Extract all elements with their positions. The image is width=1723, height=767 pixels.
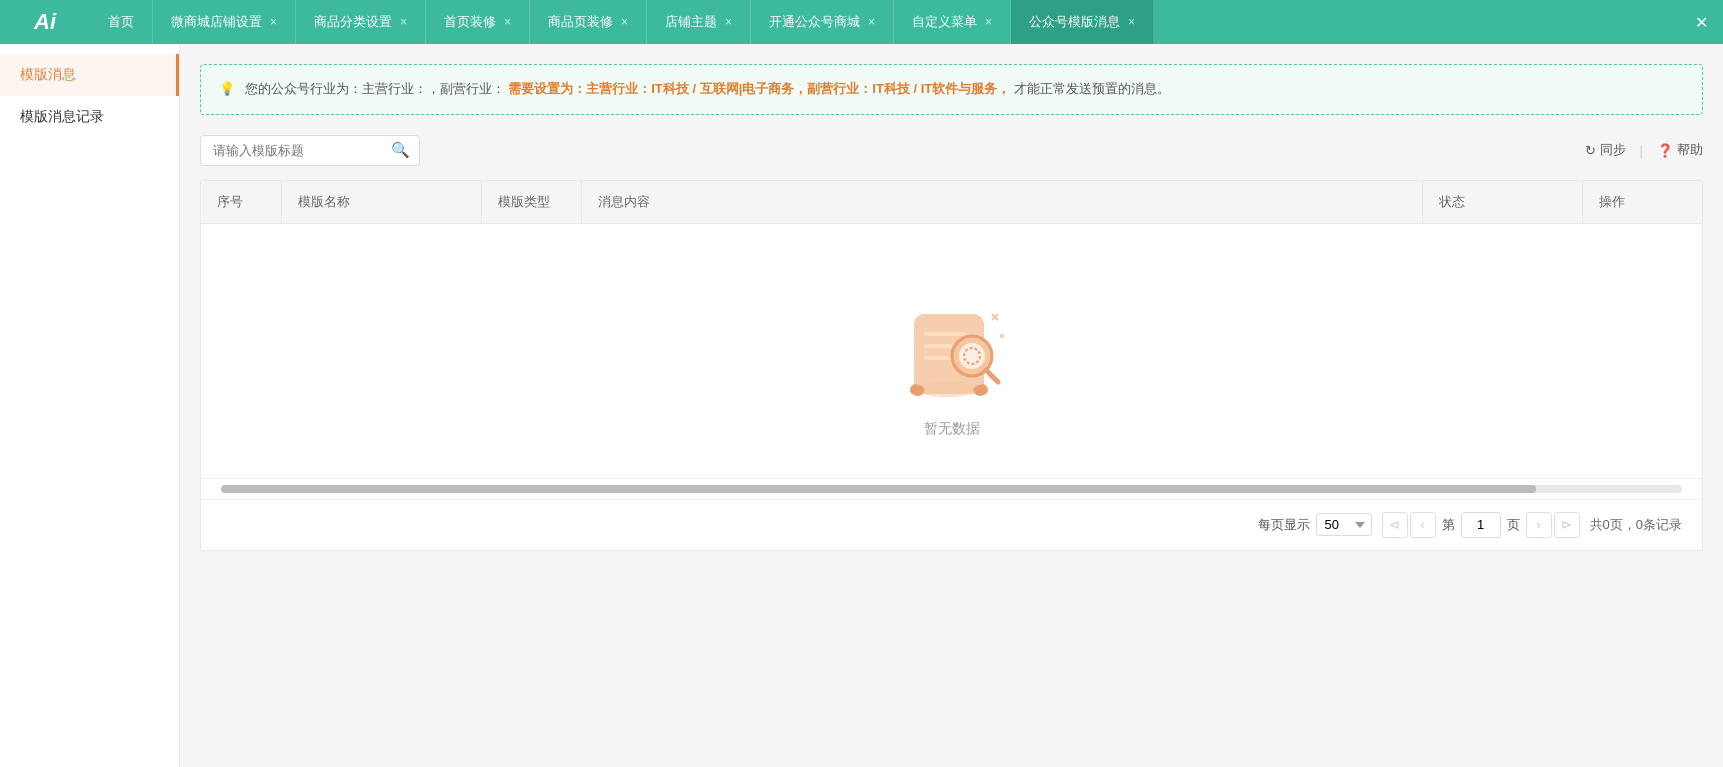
app-logo: Ai (0, 0, 90, 44)
nav-tab-close-custommenu[interactable]: × (985, 16, 992, 28)
page-label: 页 (1507, 516, 1520, 534)
nav-tab-weshop[interactable]: 微商城店铺设置× (153, 0, 296, 44)
prev-page-button[interactable]: ‹ (1410, 512, 1436, 538)
nav-tab-close-weshop[interactable]: × (270, 16, 277, 28)
content-area: 💡 您的公众号行业为：主营行业：，副营行业： 需要设置为：主营行业：IT科技 /… (180, 44, 1723, 767)
sidebar: 模版消息模版消息记录 (0, 44, 180, 767)
table-body: 暂无数据 (201, 223, 1702, 478)
scrollbar-area (201, 478, 1702, 499)
nav-tab-productpage[interactable]: 商品页装修× (530, 0, 647, 44)
nav-tab-close-theme[interactable]: × (725, 16, 732, 28)
page-size-label: 每页显示 (1258, 516, 1310, 534)
help-icon: ❓ (1657, 143, 1673, 158)
scroll-track[interactable] (221, 485, 1682, 493)
notice-suffix: 才能正常发送预置的消息。 (1014, 81, 1170, 96)
sidebar-item-template-msg[interactable]: 模版消息 (0, 54, 179, 96)
sidebar-item-template-msg-record[interactable]: 模版消息记录 (0, 96, 179, 138)
nav-tab-custommenu[interactable]: 自定义菜单× (894, 0, 1011, 44)
data-table: 序号 模版名称 模版类型 消息内容 状态 操作 (201, 181, 1702, 478)
notice-highlight: 需要设置为：主营行业：IT科技 / 互联网|电子商务，副营行业：IT科技 / I… (508, 81, 1010, 96)
table-header-row: 序号 模版名称 模版类型 消息内容 状态 操作 (201, 181, 1702, 224)
top-nav: Ai 首页微商城店铺设置×商品分类设置×首页装修×商品页装修×店铺主题×开通公众… (0, 0, 1723, 44)
empty-icon (892, 284, 1012, 404)
svg-line-7 (986, 370, 998, 382)
pagination-info: 共0页，0条记录 (1590, 516, 1682, 534)
table-wrapper: 序号 模版名称 模版类型 消息内容 状态 操作 (200, 180, 1703, 551)
pagination-buttons: ⊲ ‹ 第 页 › ⊳ (1382, 512, 1580, 538)
nav-tab-close-productpage[interactable]: × (621, 16, 628, 28)
nav-tab-templatemsg[interactable]: 公众号模版消息× (1011, 0, 1154, 44)
page-input[interactable] (1461, 512, 1501, 538)
nav-tab-close-openstore[interactable]: × (868, 16, 875, 28)
col-type: 模版类型 (481, 181, 581, 224)
nav-tab-theme[interactable]: 店铺主题× (647, 0, 751, 44)
notice-banner: 💡 您的公众号行业为：主营行业：，副营行业： 需要设置为：主营行业：IT科技 /… (200, 64, 1703, 115)
notice-prefix: 您的公众号行业为：主营行业：，副营行业： (245, 81, 505, 96)
search-bar: 🔍 ↻ 同步 | ❓ 帮助 (200, 135, 1703, 166)
nav-tab-homepage[interactable]: 首页装修× (426, 0, 530, 44)
nav-tab-close-category[interactable]: × (400, 16, 407, 28)
page-size-selector: 每页显示 10 20 50 100 (1258, 513, 1372, 536)
main-layout: 模版消息模版消息记录 💡 您的公众号行业为：主营行业：，副营行业： 需要设置为：… (0, 44, 1723, 767)
last-page-button[interactable]: ⊳ (1554, 512, 1580, 538)
sync-icon: ↻ (1585, 143, 1596, 158)
help-label: 帮助 (1677, 141, 1703, 159)
nav-tab-openstore[interactable]: 开通公众号商城× (751, 0, 894, 44)
table-header: 序号 模版名称 模版类型 消息内容 状态 操作 (201, 181, 1702, 224)
top-right-actions: ↻ 同步 | ❓ 帮助 (1585, 141, 1703, 159)
sync-button[interactable]: ↻ 同步 (1585, 141, 1626, 159)
search-button[interactable]: 🔍 (391, 141, 410, 159)
page-di-label: 第 (1442, 516, 1455, 534)
col-name: 模版名称 (281, 181, 481, 224)
nav-tab-close-templatemsg[interactable]: × (1128, 16, 1135, 28)
page-size-select[interactable]: 10 20 50 100 (1316, 513, 1372, 536)
global-close-button[interactable]: ✕ (1679, 0, 1723, 44)
nav-tab-category[interactable]: 商品分类设置× (296, 0, 426, 44)
nav-tab-home[interactable]: 首页 (90, 0, 153, 44)
pagination-bar: 每页显示 10 20 50 100 ⊲ ‹ 第 页 › ⊳ (201, 499, 1702, 550)
nav-tab-close-homepage[interactable]: × (504, 16, 511, 28)
sync-label: 同步 (1600, 141, 1626, 159)
toolbar-divider: | (1640, 143, 1643, 158)
col-status: 状态 (1422, 181, 1582, 224)
col-content: 消息内容 (581, 181, 1422, 224)
search-input-wrapper: 🔍 (200, 135, 420, 166)
col-action: 操作 (1582, 181, 1702, 224)
empty-state-row: 暂无数据 (201, 223, 1702, 478)
help-button[interactable]: ❓ 帮助 (1657, 141, 1703, 159)
empty-state-text: 暂无数据 (924, 420, 980, 438)
next-page-button[interactable]: › (1526, 512, 1552, 538)
first-page-button[interactable]: ⊲ (1382, 512, 1408, 538)
search-input[interactable] (200, 135, 420, 166)
nav-tabs: 首页微商城店铺设置×商品分类设置×首页装修×商品页装修×店铺主题×开通公众号商城… (90, 0, 1679, 44)
col-index: 序号 (201, 181, 281, 224)
svg-point-6 (959, 343, 985, 369)
scroll-thumb[interactable] (221, 485, 1536, 493)
empty-state: 暂无数据 (201, 224, 1702, 478)
notice-icon: 💡 (219, 81, 235, 96)
